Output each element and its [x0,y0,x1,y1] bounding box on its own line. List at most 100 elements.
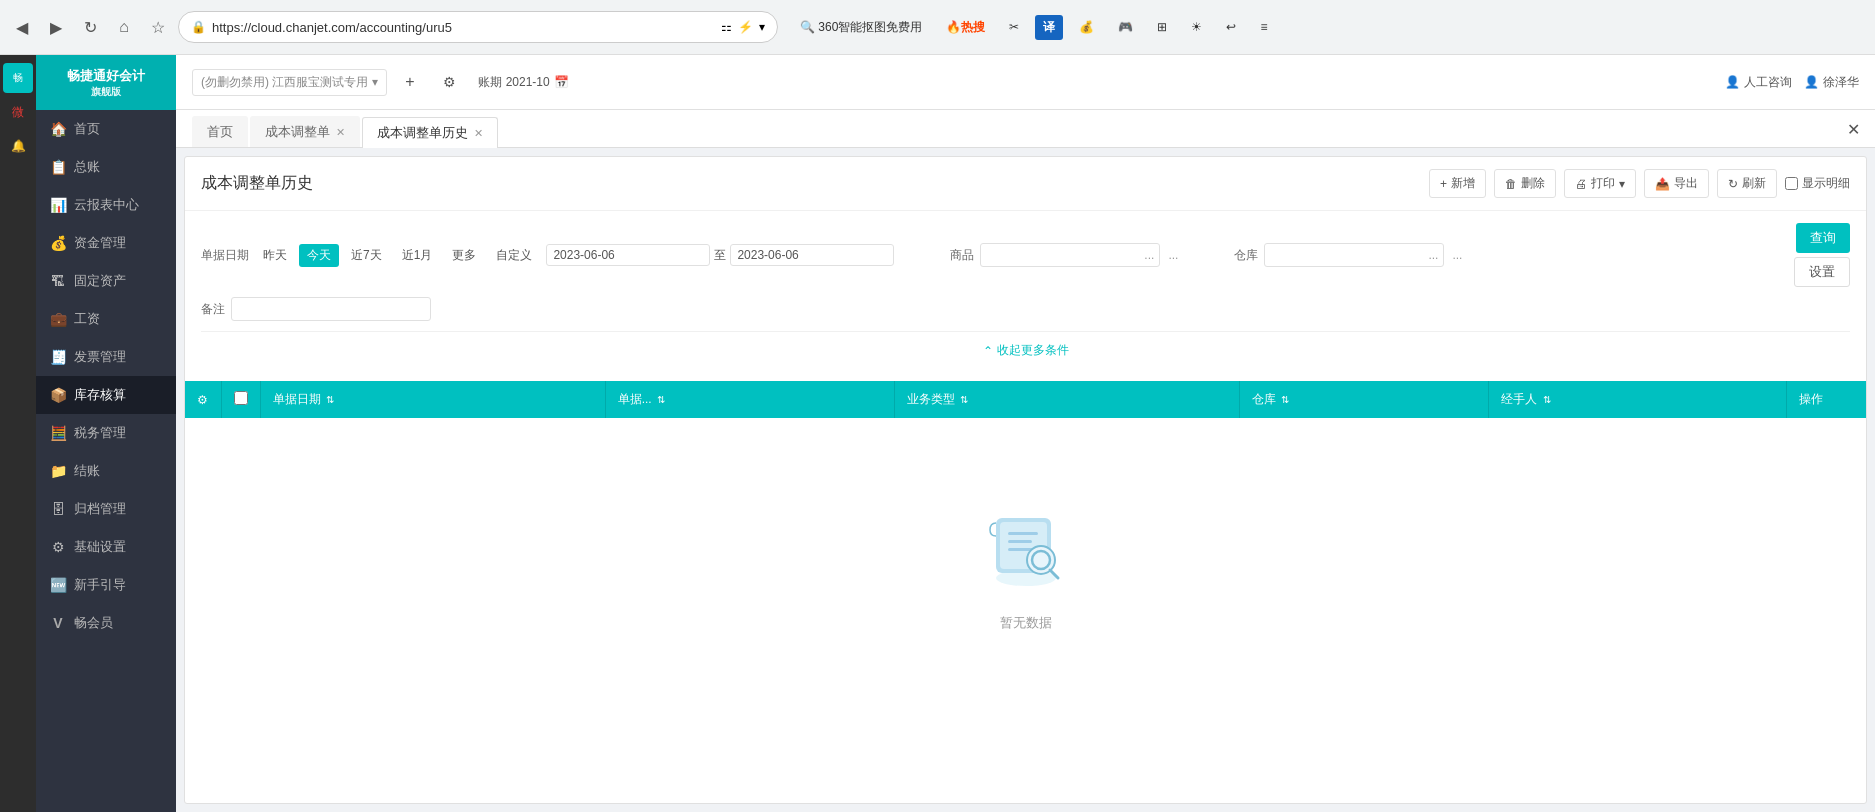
data-table: ⚙ 单据日期 ⇅ 单据... ⇅ [185,381,1866,418]
grid-button[interactable]: ⊞ [1149,16,1175,38]
warehouse-filter: 仓库 ... [1234,243,1462,267]
tab-home[interactable]: 首页 [192,116,248,147]
filter-row-remarks: 备注 [201,297,1850,321]
th-biz-type[interactable]: 业务类型 ⇅ [894,381,1239,418]
print-chevron: ▾ [1619,177,1625,191]
sidebar-item-salary[interactable]: 💼 工资 [36,300,176,338]
th-gear[interactable]: ⚙ [185,381,221,418]
th-warehouse[interactable]: 仓库 ⇅ [1240,381,1489,418]
new-button[interactable]: + 新增 [1429,169,1486,198]
select-all-checkbox[interactable] [234,391,248,405]
smart-clip-button[interactable]: 🔍 360智能抠图免费用 [792,15,930,40]
sidebar-item-fixed-assets[interactable]: 🏗 固定资产 [36,262,176,300]
th-check[interactable] [221,381,260,418]
goods-filter: 商品 ... [950,243,1178,267]
custom-btn[interactable]: 自定义 [488,244,540,267]
goods-more-btn[interactable]: ... [1168,248,1178,262]
add-company-button[interactable]: + [399,71,420,93]
sidebar-item-invoice[interactable]: 🧾 发票管理 [36,338,176,376]
inventory-icon: 📦 [50,387,66,403]
sidebar-item-archive[interactable]: 🗄 归档管理 [36,490,176,528]
user-profile[interactable]: 👤 徐泽华 [1804,74,1859,91]
sidebar-item-inventory[interactable]: 📦 库存核算 [36,376,176,414]
tab-close-all[interactable]: ✕ [1839,115,1867,143]
display-toggle-checkbox[interactable] [1785,177,1798,190]
more-btn[interactable]: 更多 [444,244,484,267]
tax-icon: 🧮 [50,425,66,441]
sidebar-item-guide[interactable]: 🆕 新手引导 [36,566,176,604]
1month-btn[interactable]: 近1月 [394,244,441,267]
service-icon: 👤 [1725,75,1740,89]
collapse-button[interactable]: ⌃ 收起更多条件 [975,338,1077,363]
warehouse-more-btn[interactable]: ... [1452,248,1462,262]
remarks-input[interactable] [231,297,431,321]
table-header-row: ⚙ 单据日期 ⇅ 单据... ⇅ [185,381,1866,418]
date-shortcuts: 昨天 今天 近7天 近1月 更多 自定义 [255,244,540,267]
today-btn[interactable]: 今天 [299,244,339,267]
settings-icon: ⚙ [50,539,66,555]
export-button[interactable]: 📤 导出 [1644,169,1709,198]
plus-icon: + [1440,177,1447,191]
tab-cost-adjust[interactable]: 成本调整单 ✕ [250,116,360,147]
menu-button[interactable]: ≡ [1252,16,1275,38]
tab-cost-adjust-history[interactable]: 成本调整单历史 ✕ [362,117,498,148]
sidebar-item-closing[interactable]: 📁 结账 [36,452,176,490]
app-icon[interactable]: 畅 [3,63,33,93]
th-date[interactable]: 单据日期 ⇅ [260,381,605,418]
refresh-button[interactable]: ↻ 刷新 [1717,169,1777,198]
forward-button[interactable]: ▶ [42,13,70,41]
star-button[interactable]: ☆ [144,13,172,41]
brightness-button[interactable]: ☀ [1183,16,1210,38]
settings-gear-button[interactable]: ⚙ [433,69,466,95]
sidebar-item-settings[interactable]: ⚙ 基础设置 [36,528,176,566]
display-toggle[interactable]: 显示明细 [1785,175,1850,192]
calendar-icon[interactable]: 📅 [554,75,569,89]
query-button[interactable]: 查询 [1796,223,1850,253]
sidebar: 畅捷通好会计 旗舰版 🏠 首页 📋 总账 📊 云报表中心 💰 资金管理 [36,55,176,812]
weibo-icon[interactable]: 微 [3,97,33,127]
guide-icon: 🆕 [50,577,66,593]
funds-icon: 💰 [50,235,66,251]
service-button[interactable]: 👤 人工咨询 [1725,74,1792,91]
sidebar-item-member[interactable]: V 畅会员 [36,604,176,642]
print-button[interactable]: 🖨 打印 ▾ [1564,169,1636,198]
search-icon: 🔍 [800,20,815,34]
warehouse-input[interactable] [1264,243,1444,267]
sidebar-item-tax[interactable]: 🧮 税务管理 [36,414,176,452]
sidebar-item-home[interactable]: 🏠 首页 [36,110,176,148]
goods-select-wrapper [980,243,1160,267]
7days-btn[interactable]: 近7天 [343,244,390,267]
date-from-input[interactable] [546,244,710,266]
delete-button[interactable]: 🗑 删除 [1494,169,1556,198]
sort-number-icon: ⇅ [657,394,665,405]
sidebar-item-funds[interactable]: 💰 资金管理 [36,224,176,262]
hot-search-button[interactable]: 🔥热搜 [938,15,993,40]
home-button[interactable]: ⌂ [110,13,138,41]
tab-cost-adjust-close[interactable]: ✕ [336,126,345,139]
date-to-input[interactable] [730,244,894,266]
yesterday-btn[interactable]: 昨天 [255,244,295,267]
sidebar-item-reports[interactable]: 📊 云报表中心 [36,186,176,224]
sort-biz-icon: ⇅ [960,394,968,405]
tab-cost-adjust-history-close[interactable]: ✕ [474,127,483,140]
refresh-button[interactable]: ↻ [76,13,104,41]
back-button[interactable]: ◀ [8,13,36,41]
goods-input[interactable] [980,243,1160,267]
game-button[interactable]: 🎮 [1110,16,1141,38]
undo-button[interactable]: ↩ [1218,16,1244,38]
address-bar[interactable]: 🔒 https://cloud.chanjet.com/accounting/u… [178,11,778,43]
chevron-down-icon: ▾ [759,20,765,34]
wallet-button[interactable]: 💰 [1071,16,1102,38]
th-number[interactable]: 单据... ⇅ [605,381,894,418]
th-operator[interactable]: 经手人 ⇅ [1489,381,1786,418]
company-selector[interactable]: (勿删勿禁用) 江西服宝测试专用 ▾ [192,69,387,96]
top-bar-actions: 👤 人工咨询 👤 徐泽华 [1725,74,1859,91]
date-filter-label: 单据日期 [201,247,249,264]
filter-settings-button[interactable]: 设置 [1794,257,1850,287]
gear-icon[interactable]: ⚙ [197,393,208,407]
notification-icon[interactable]: 🔔 [3,131,33,161]
sidebar-item-ledger[interactable]: 📋 总账 [36,148,176,186]
scissors-button[interactable]: ✂ [1001,16,1027,38]
empty-state: 暂无数据 [185,418,1866,712]
translate-button[interactable]: 译 [1035,15,1063,40]
